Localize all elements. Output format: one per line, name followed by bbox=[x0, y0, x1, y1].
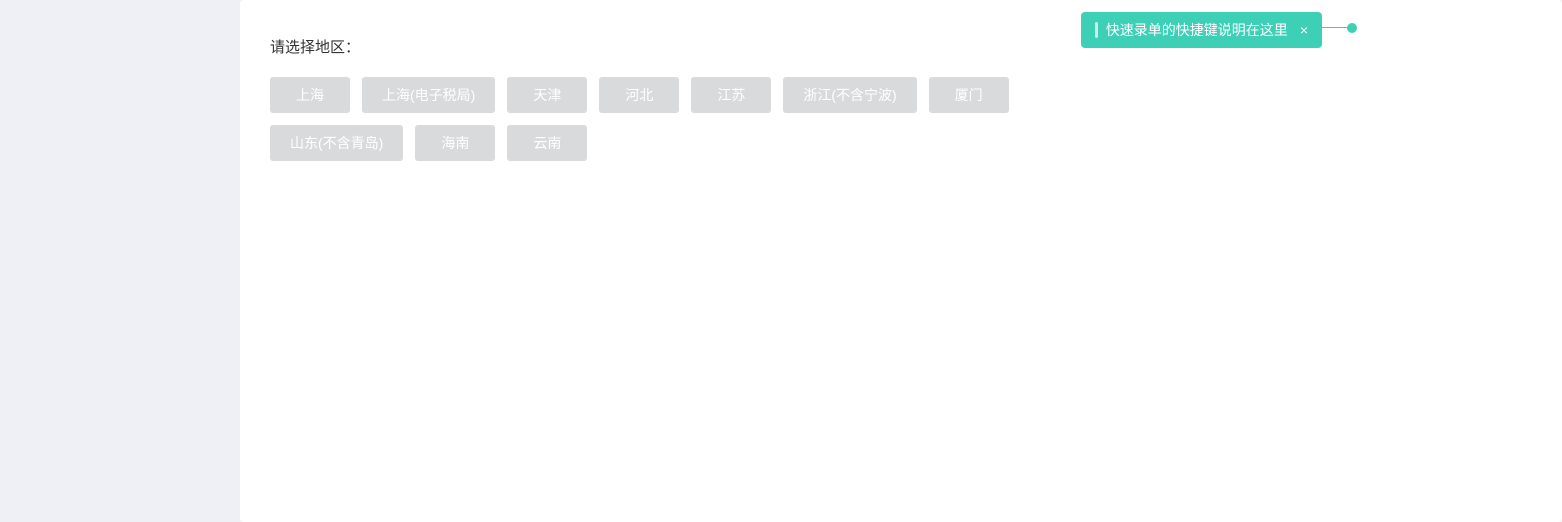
region-label: 请选择地区： bbox=[270, 36, 1532, 57]
main-content: 请选择地区： 上海上海(电子税局) 天津河北江苏浙江(不含宁波) 厦门 山东(不含青… bbox=[240, 0, 1562, 522]
region-button-shandong[interactable]: 山东(不含青岛) bbox=[270, 125, 403, 161]
region-button-xiamen[interactable]: 厦门 bbox=[929, 77, 1009, 113]
tooltip-bar bbox=[1095, 22, 1098, 38]
region-section: 请选择地区： 上海上海(电子税局) 天津河北江苏浙江(不含宁波) 厦门 山东(不含青… bbox=[240, 0, 1562, 209]
connector-dot bbox=[1347, 23, 1357, 33]
region-button-shanghai[interactable]: 上海 bbox=[270, 77, 350, 113]
sidebar bbox=[0, 0, 240, 522]
region-buttons-row-1: 上海上海(电子税局) 天津河北江苏浙江(不含宁波) 厦门 bbox=[270, 77, 1532, 113]
region-button-hebei[interactable]: 河北 bbox=[599, 77, 679, 113]
region-button-yunnan[interactable]: 云南 bbox=[507, 125, 587, 161]
region-button-hainan[interactable]: 海南 bbox=[415, 125, 495, 161]
region-buttons-row-2: 山东(不含青岛) 海南云南 bbox=[270, 125, 1532, 161]
region-button-shanghai-etax[interactable]: 上海(电子税局) bbox=[362, 77, 495, 113]
connector-line bbox=[1312, 27, 1352, 28]
region-button-tianjin[interactable]: 天津 bbox=[507, 77, 587, 113]
tooltip-text: 快速录单的快捷键说明在这里 bbox=[1106, 20, 1288, 40]
region-button-zhejiang[interactable]: 浙江(不含宁波) bbox=[783, 77, 916, 113]
tooltip-banner: 快速录单的快捷键说明在这里 × bbox=[1081, 12, 1322, 48]
tooltip-close-button[interactable]: × bbox=[1300, 22, 1308, 38]
region-button-jiangsu[interactable]: 江苏 bbox=[691, 77, 771, 113]
